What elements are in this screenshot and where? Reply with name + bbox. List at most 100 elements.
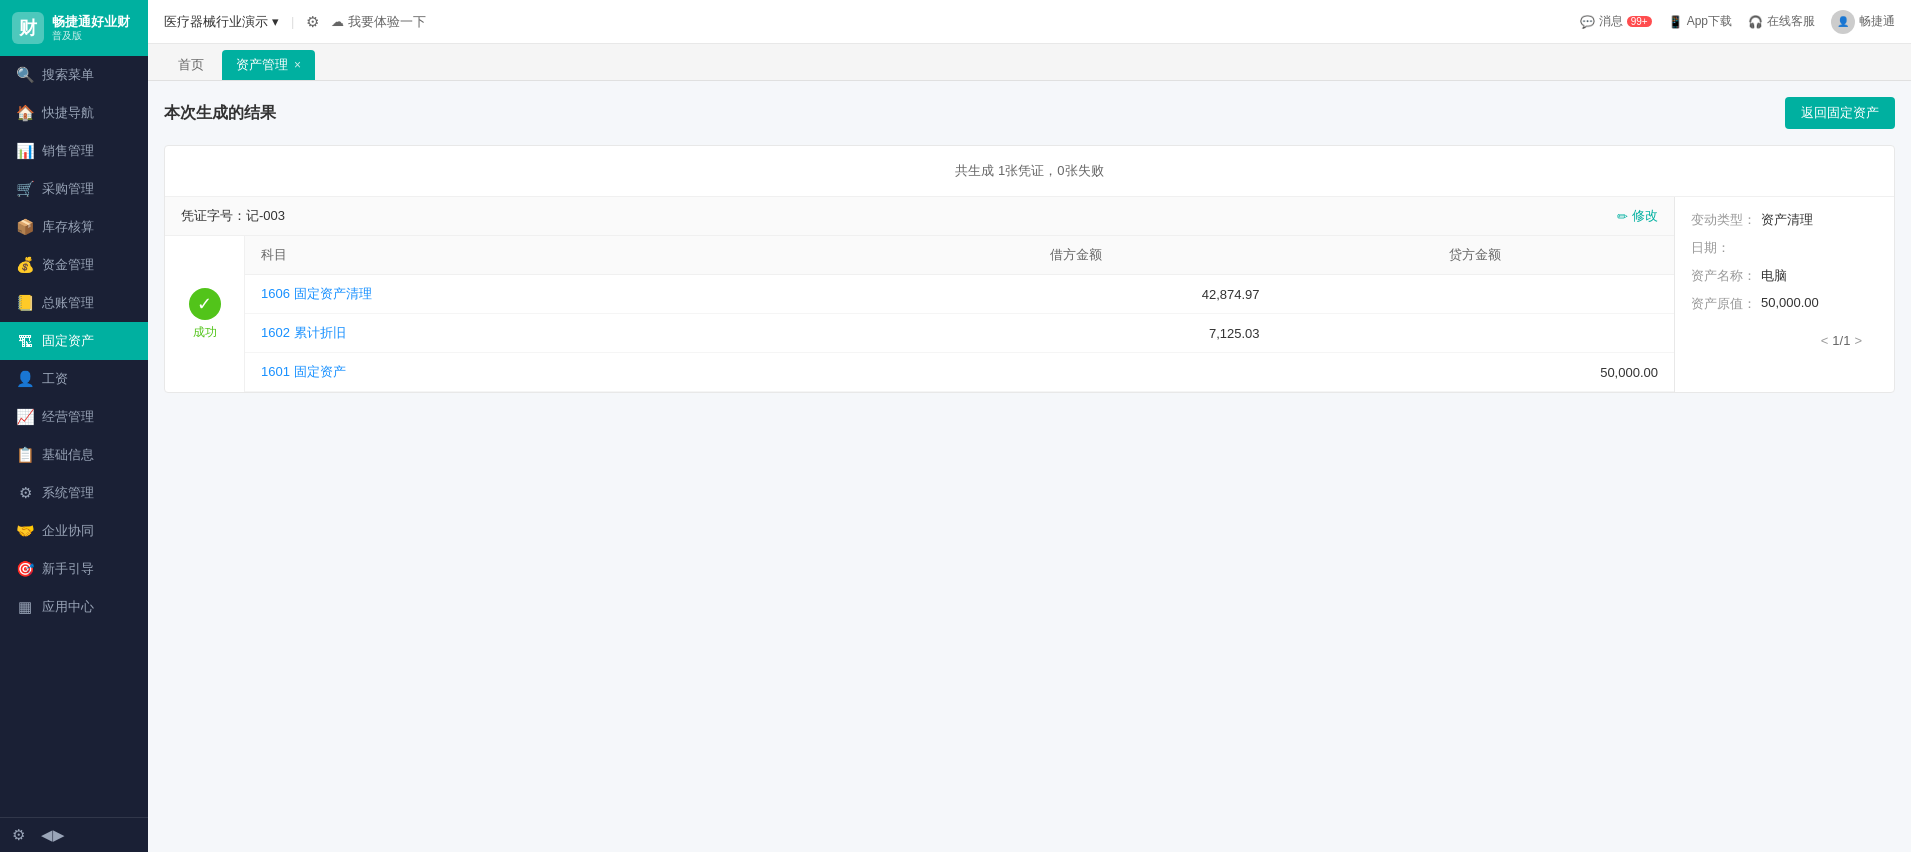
sidebar-item-inventory[interactable]: 📦 库存核算: [0, 208, 148, 246]
online-service-button[interactable]: 🎧 在线客服: [1748, 13, 1815, 30]
table-row: 1601 固定资产 50,000.00: [245, 353, 1674, 392]
user-name: 畅捷通: [1859, 13, 1895, 30]
credit-cell: 50,000.00: [1276, 353, 1674, 392]
app-version: 普及版: [52, 30, 130, 42]
voucher-section: 凭证字号：记-003 ✏ 修改 ✓ 成功: [165, 197, 1894, 392]
return-button[interactable]: 返回固定资产: [1785, 97, 1895, 129]
sidebar-item-fixed-assets[interactable]: 🏗 固定资产: [0, 322, 148, 360]
result-card: 共生成 1张凭证，0张失败 凭证字号：记-003 ✏ 修改 ✓: [164, 145, 1895, 393]
sidebar-item-label: 快捷导航: [42, 104, 94, 122]
ledger-icon: 📒: [16, 294, 34, 312]
sidebar-item-label: 企业协同: [42, 522, 94, 540]
debit-cell: [877, 353, 1275, 392]
tab-label: 资产管理: [236, 56, 288, 74]
headset-icon: 🎧: [1748, 15, 1763, 29]
voucher-header: 凭证字号：记-003 ✏ 修改: [165, 197, 1674, 236]
sidebar-search-label: 搜索菜单: [42, 66, 94, 84]
sidebar-item-finance[interactable]: 💰 资金管理: [0, 246, 148, 284]
asset-value-value: 50,000.00: [1761, 295, 1819, 313]
app-name: 畅捷通好业财: [52, 14, 130, 30]
edit-button[interactable]: ✏ 修改: [1617, 207, 1658, 225]
sidebar-item-purchase[interactable]: 🛒 采购管理: [0, 170, 148, 208]
sidebar-item-management[interactable]: 📈 经营管理: [0, 398, 148, 436]
sales-icon: 📊: [16, 142, 34, 160]
credit-cell: [1276, 275, 1674, 314]
sidebar-item-enterprise[interactable]: 🤝 企业协同: [0, 512, 148, 550]
messages-button[interactable]: 💬 消息 99+: [1580, 13, 1652, 30]
home-icon: 🏠: [16, 104, 34, 122]
page-info: 1/1: [1832, 333, 1850, 348]
debit-cell: 7,125.03: [877, 314, 1275, 353]
sidebar-item-system[interactable]: ⚙ 系统管理: [0, 474, 148, 512]
info-panel: 变动类型： 资产清理 日期： 资产名称： 电脑 资产原值：: [1674, 197, 1894, 392]
col-subject: 科目: [245, 236, 877, 275]
avatar: 👤: [1831, 10, 1855, 34]
subject-cell: 1601 固定资产: [245, 353, 877, 392]
sidebar-item-label: 库存核算: [42, 218, 94, 236]
date-label: 日期：: [1691, 239, 1761, 257]
basic-info-icon: 📋: [16, 446, 34, 464]
header-separator: |: [291, 14, 294, 29]
sidebar-item-quick-nav[interactable]: 🏠 快捷导航: [0, 94, 148, 132]
credit-cell: [1276, 314, 1674, 353]
experience-button[interactable]: ☁ 我要体验一下: [331, 13, 426, 31]
sidebar-item-label: 工资: [42, 370, 68, 388]
finance-icon: 💰: [16, 256, 34, 274]
voucher-main: 凭证字号：记-003 ✏ 修改 ✓ 成功: [165, 197, 1674, 392]
inventory-icon: 📦: [16, 218, 34, 236]
pagination: < 1/1 >: [1691, 323, 1878, 358]
sidebar-item-ledger[interactable]: 📒 总账管理: [0, 284, 148, 322]
company-name: 医疗器械行业演示: [164, 13, 268, 31]
sidebar-item-label: 固定资产: [42, 332, 94, 350]
sidebar-item-sales[interactable]: 📊 销售管理: [0, 132, 148, 170]
sidebar-item-label: 系统管理: [42, 484, 94, 502]
subject-cell: 1606 固定资产清理: [245, 275, 877, 314]
user-profile[interactable]: 👤 畅捷通: [1831, 10, 1895, 34]
tab-home[interactable]: 首页: [164, 50, 218, 80]
search-icon: 🔍: [16, 66, 34, 84]
enterprise-icon: 🤝: [16, 522, 34, 540]
change-type-label: 变动类型：: [1691, 211, 1761, 229]
online-service-label: 在线客服: [1767, 13, 1815, 30]
company-selector[interactable]: 医疗器械行业演示 ▾: [164, 13, 279, 31]
sidebar-item-guide[interactable]: 🎯 新手引导: [0, 550, 148, 588]
experience-label: 我要体验一下: [348, 13, 426, 31]
tab-close-icon[interactable]: ×: [294, 58, 301, 72]
content-inner: 本次生成的结果 返回固定资产 共生成 1张凭证，0张失败 凭证字号：记-003 …: [148, 81, 1911, 409]
edit-label: 修改: [1632, 207, 1658, 225]
sidebar-item-search[interactable]: 🔍 搜索菜单: [0, 56, 148, 94]
status-column: ✓ 成功: [165, 236, 245, 392]
edit-icon: ✏: [1617, 209, 1628, 224]
debit-cell: 42,874.97: [877, 275, 1275, 314]
main-area: 医疗器械行业演示 ▾ | ⚙ ☁ 我要体验一下 💬 消息 99+ 📱 App下载…: [148, 0, 1911, 852]
messages-badge: 99+: [1627, 16, 1652, 27]
sidebar-item-basic-info[interactable]: 📋 基础信息: [0, 436, 148, 474]
sidebar-item-app-center[interactable]: ▦ 应用中心: [0, 588, 148, 626]
page-title: 本次生成的结果: [164, 103, 276, 124]
header-right: 💬 消息 99+ 📱 App下载 🎧 在线客服 👤 畅捷通: [1580, 10, 1895, 34]
tab-asset-management[interactable]: 资产管理 ×: [222, 50, 315, 80]
info-date: 日期：: [1691, 239, 1878, 257]
collapse-icon[interactable]: ◀▶: [41, 826, 65, 844]
sidebar-item-label: 总账管理: [42, 294, 94, 312]
settings-icon[interactable]: ⚙: [12, 826, 25, 844]
management-icon: 📈: [16, 408, 34, 426]
success-icon: ✓: [189, 288, 221, 320]
result-summary: 共生成 1张凭证，0张失败: [165, 146, 1894, 197]
sidebar-logo: 财 畅捷通好业财 普及版: [0, 0, 148, 56]
payroll-icon: 👤: [16, 370, 34, 388]
app-download-button[interactable]: 📱 App下载: [1668, 13, 1732, 30]
app-center-icon: ▦: [16, 598, 34, 616]
change-type-value: 资产清理: [1761, 211, 1813, 229]
info-asset-name: 资产名称： 电脑: [1691, 267, 1878, 285]
sidebar-item-label: 应用中心: [42, 598, 94, 616]
info-change-type: 变动类型： 资产清理: [1691, 211, 1878, 229]
info-asset-value: 资产原值： 50,000.00: [1691, 295, 1878, 313]
voucher-number: 凭证字号：记-003: [181, 207, 285, 225]
col-debit: 借方金额: [877, 236, 1275, 275]
sidebar-item-payroll[interactable]: 👤 工资: [0, 360, 148, 398]
sidebar: 财 畅捷通好业财 普及版 🔍 搜索菜单 🏠 快捷导航 📊 销售管理 🛒 采购管理…: [0, 0, 148, 852]
prev-page[interactable]: <: [1821, 333, 1829, 348]
next-page[interactable]: >: [1854, 333, 1862, 348]
gear-icon[interactable]: ⚙: [306, 13, 319, 31]
